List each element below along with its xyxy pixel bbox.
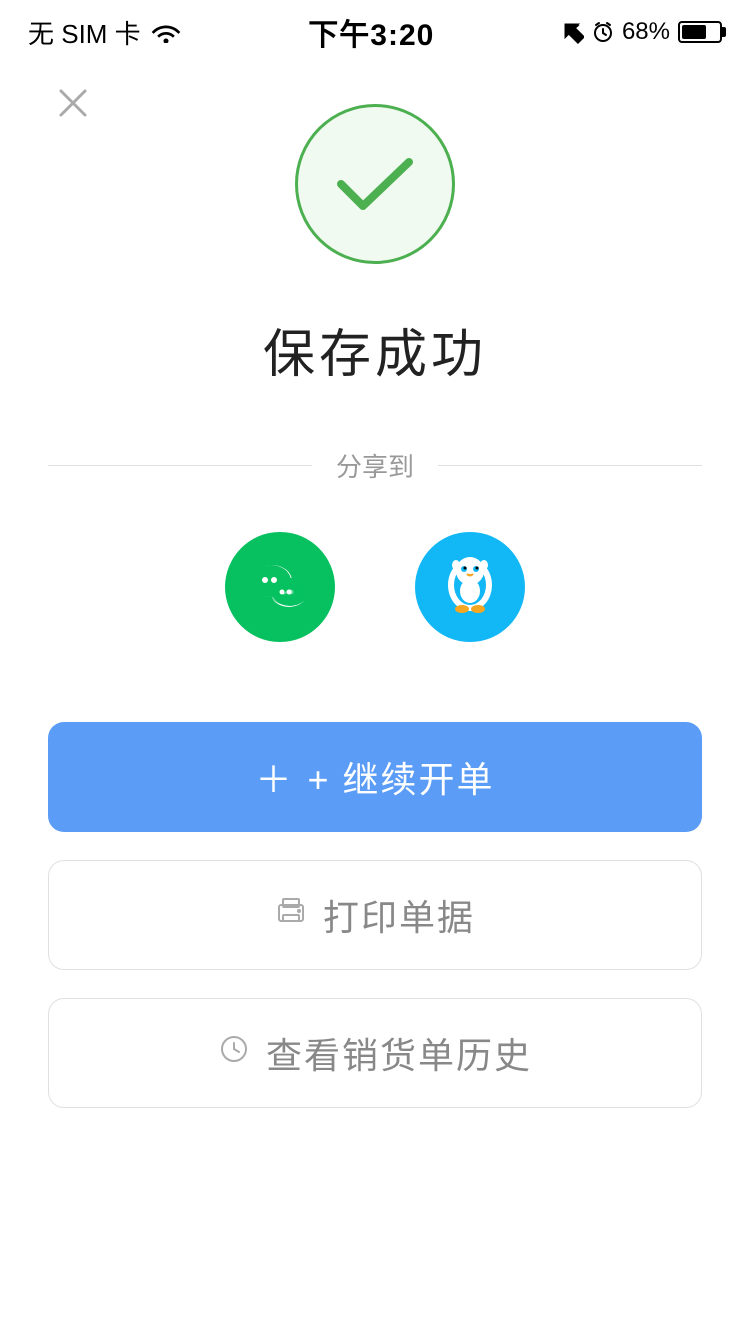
battery-icon: [678, 21, 722, 43]
checkmark-icon: [335, 154, 415, 214]
success-icon-circle: [295, 104, 455, 264]
alarm-icon: [592, 21, 614, 43]
battery-percent: 68%: [622, 18, 670, 46]
success-title: 保存成功: [263, 312, 487, 387]
wechat-share-button[interactable]: [225, 532, 335, 642]
print-button[interactable]: 打印单据: [48, 860, 702, 970]
status-left: 无 SIM 卡: [28, 14, 181, 51]
divider-line-left: [48, 465, 312, 466]
continue-button[interactable]: ＋ + 继续开单: [48, 722, 702, 832]
share-label: 分享到: [312, 447, 438, 484]
status-right: 68%: [562, 18, 722, 46]
wechat-icon: [247, 559, 313, 615]
wifi-icon: [151, 21, 181, 43]
status-bar: 无 SIM 卡 下午3:20 68%: [0, 0, 750, 64]
divider-line-right: [438, 465, 702, 466]
history-button[interactable]: 查看销货单历史: [48, 998, 702, 1108]
print-button-label: 打印单据: [323, 889, 475, 941]
qq-share-button[interactable]: [415, 532, 525, 642]
action-buttons: ＋ + 继续开单 打印单据: [0, 722, 750, 1108]
history-button-label: 查看销货单历史: [266, 1027, 532, 1079]
history-icon: [218, 1033, 250, 1073]
close-button[interactable]: [48, 78, 98, 128]
print-icon: [275, 895, 307, 935]
close-icon: [55, 85, 91, 121]
continue-button-label: + 继续开单: [307, 751, 494, 803]
no-sim-text: 无 SIM 卡: [28, 14, 141, 51]
plus-icon: ＋: [255, 751, 291, 803]
qq-icon: [440, 553, 500, 621]
status-time: 下午3:20: [308, 10, 434, 54]
main-content: 保存成功 分享到: [0, 64, 750, 1108]
share-icons: [225, 532, 525, 642]
location-icon: [562, 20, 584, 44]
share-divider: 分享到: [0, 447, 750, 484]
